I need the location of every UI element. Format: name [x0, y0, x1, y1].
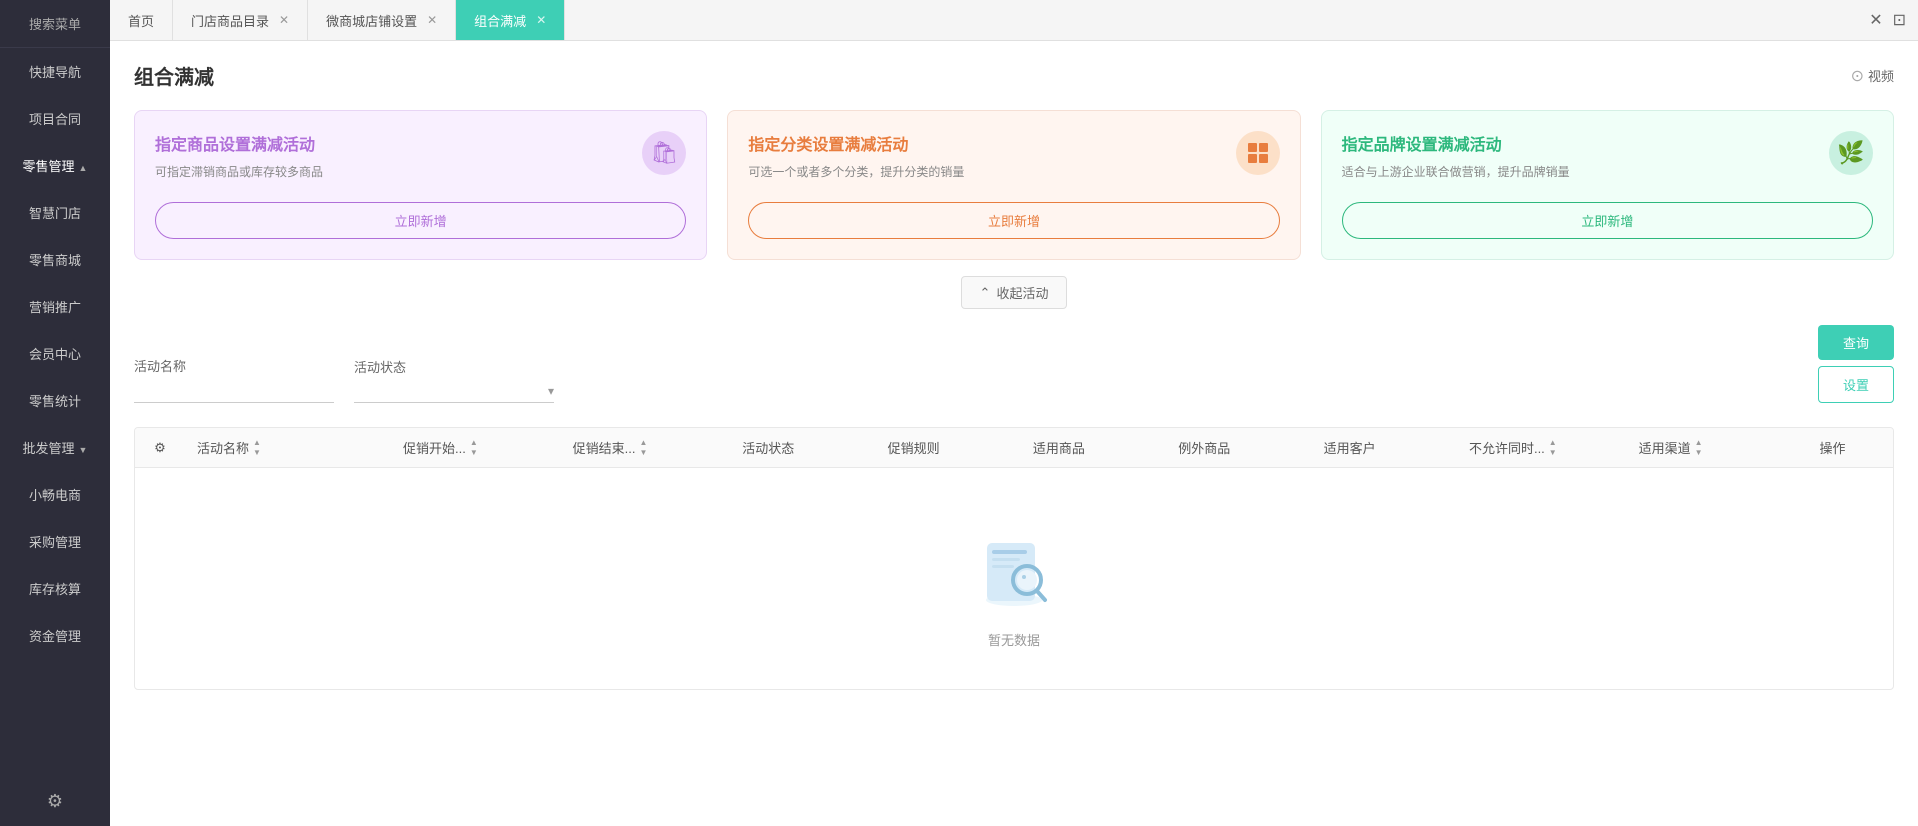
activity-status-select[interactable]: ▾ — [354, 380, 554, 403]
tab-combo-discount[interactable]: 组合满减 ✕ — [456, 0, 565, 40]
product-card-icon: 🛍 — [642, 131, 686, 175]
sidebar-item-retail-mall[interactable]: 零售商城 — [0, 236, 110, 283]
th-action: 操作 — [1772, 438, 1893, 457]
tab-micro-store-settings[interactable]: 微商城店铺设置 ✕ — [308, 0, 456, 40]
tab-store-catalog[interactable]: 门店商品目录 ✕ — [173, 0, 308, 40]
page-content: 组合满减 ⊙ 视频 🛍 指定商品设置满减活动 可指定滞销商品或库存较多商品 立即… — [110, 41, 1918, 826]
play-circle-icon: ⊙ — [1851, 66, 1864, 86]
product-card-desc: 可指定滞销商品或库存较多商品 — [155, 163, 686, 190]
brand-card-desc: 适合与上游企业联合做营销，提升品牌销量 — [1342, 163, 1873, 190]
empty-state: 暂无数据 — [135, 468, 1893, 689]
product-card-btn[interactable]: 立即新增 — [155, 202, 686, 239]
page-title: 组合满减 — [134, 61, 214, 90]
th-activity-status: 活动状态 — [730, 438, 875, 457]
sidebar-item-inventory-calc[interactable]: 库存核算 — [0, 565, 110, 612]
category-card-title: 指定分类设置满减活动 — [748, 131, 1279, 155]
filter-row: 活动名称 活动状态 ▾ 查询 设置 — [134, 325, 1894, 415]
table-header: ⚙ 活动名称 ▲▼ 促销开始... ▲▼ 促销结束... ▲▼ 活动状态 — [135, 428, 1893, 468]
chevron-up-icon: ⌃ — [980, 285, 991, 301]
th-gear[interactable]: ⚙ — [135, 440, 185, 456]
main-area: 首页 门店商品目录 ✕ 微商城店铺设置 ✕ 组合满减 ✕ ✕ ⊡ 组合满减 ⊙ … — [110, 0, 1918, 826]
window-controls: ✕ ⊡ — [1857, 10, 1918, 30]
sort-arrows-channel: ▲▼ — [1695, 438, 1703, 457]
sidebar-item-member-center[interactable]: 会员中心 — [0, 330, 110, 377]
product-card: 🛍 指定商品设置满减活动 可指定滞销商品或库存较多商品 立即新增 — [134, 110, 707, 260]
sidebar-item-wholesale-mgmt[interactable]: 批发管理 — [0, 424, 110, 471]
sidebar-settings-btn[interactable]: ⚙ — [0, 777, 110, 826]
query-btn[interactable]: 查询 — [1818, 325, 1894, 360]
page-header: 组合满减 ⊙ 视频 — [134, 61, 1894, 90]
activity-name-field: 活动名称 — [134, 356, 334, 403]
sort-arrows-end: ▲▼ — [639, 438, 647, 457]
product-card-title: 指定商品设置满减活动 — [155, 131, 686, 155]
activity-status-label: 活动状态 — [354, 357, 554, 376]
maximize-window-btn[interactable]: ⊡ — [1893, 10, 1906, 30]
empty-illustration — [969, 528, 1059, 618]
brand-card-icon: 🌿 — [1829, 131, 1873, 175]
sidebar-item-finance-mgmt[interactable]: 资金管理 — [0, 612, 110, 659]
category-card-btn[interactable]: 立即新增 — [748, 202, 1279, 239]
sidebar-search[interactable]: 搜索菜单 — [0, 0, 110, 48]
settings-btn[interactable]: 设置 — [1818, 366, 1894, 403]
th-activity-name[interactable]: 活动名称 ▲▼ — [185, 438, 391, 457]
collapse-activities-btn[interactable]: ⌃ 收起活动 — [961, 276, 1068, 309]
sidebar-item-marketing[interactable]: 营销推广 — [0, 283, 110, 330]
th-applicable-goods: 适用商品 — [1021, 438, 1166, 457]
brand-card-btn[interactable]: 立即新增 — [1342, 202, 1873, 239]
tab-close-micro-store[interactable]: ✕ — [427, 13, 437, 27]
sidebar: 搜索菜单 快捷导航 项目合同 零售管理 智慧门店 零售商城 营销推广 会员中心 … — [0, 0, 110, 826]
data-table: ⚙ 活动名称 ▲▼ 促销开始... ▲▼ 促销结束... ▲▼ 活动状态 — [134, 427, 1894, 690]
filter-actions: 查询 设置 — [1818, 325, 1894, 403]
close-window-btn[interactable]: ✕ — [1869, 10, 1882, 30]
collapse-bar: ⌃ 收起活动 — [134, 276, 1894, 309]
empty-text: 暂无数据 — [988, 630, 1040, 649]
gear-icon: ⚙ — [47, 791, 63, 811]
sidebar-item-retail-stats[interactable]: 零售统计 — [0, 377, 110, 424]
activity-status-field: 活动状态 ▾ — [354, 357, 554, 403]
chevron-down-icon: ▾ — [548, 384, 554, 398]
sort-arrows-start: ▲▼ — [470, 438, 478, 457]
sidebar-item-quick-nav[interactable]: 快捷导航 — [0, 48, 110, 95]
brand-card-title: 指定品牌设置满减活动 — [1342, 131, 1873, 155]
activity-name-input[interactable] — [134, 379, 334, 403]
sidebar-item-purchase-mgmt[interactable]: 采购管理 — [0, 518, 110, 565]
cards-section: 🛍 指定商品设置满减活动 可指定滞销商品或库存较多商品 立即新增 指定分类设置满… — [134, 110, 1894, 260]
sidebar-item-xiaochange[interactable]: 小畅电商 — [0, 471, 110, 518]
brand-card: 🌿 指定品牌设置满减活动 适合与上游企业联合做营销，提升品牌销量 立即新增 — [1321, 110, 1894, 260]
th-promo-start[interactable]: 促销开始... ▲▼ — [391, 438, 561, 457]
th-except-goods: 例外商品 — [1166, 438, 1311, 457]
sort-arrows-name: ▲▼ — [253, 438, 261, 457]
tab-close-store-catalog[interactable]: ✕ — [279, 13, 289, 27]
th-promo-end[interactable]: 促销结束... ▲▼ — [561, 438, 731, 457]
sidebar-item-project-contract[interactable]: 项目合同 — [0, 95, 110, 142]
th-promo-rule: 促销规则 — [876, 438, 1021, 457]
sort-arrows-notallow: ▲▼ — [1549, 438, 1557, 457]
category-card-desc: 可选一个或者多个分类，提升分类的销量 — [748, 163, 1279, 190]
sidebar-item-retail-mgmt[interactable]: 零售管理 — [0, 142, 110, 189]
th-not-allow-concurrent[interactable]: 不允许同时... ▲▼ — [1457, 438, 1627, 457]
video-link[interactable]: ⊙ 视频 — [1851, 66, 1894, 86]
tab-close-combo-discount[interactable]: ✕ — [536, 13, 546, 27]
th-applicable-channel[interactable]: 适用渠道 ▲▼ — [1627, 438, 1772, 457]
table-gear-icon: ⚙ — [154, 440, 166, 456]
category-card: 指定分类设置满减活动 可选一个或者多个分类，提升分类的销量 立即新增 — [727, 110, 1300, 260]
th-applicable-customer: 适用客户 — [1312, 438, 1457, 457]
sidebar-item-smart-store[interactable]: 智慧门店 — [0, 189, 110, 236]
activity-name-label: 活动名称 — [134, 356, 334, 375]
tab-bar: 首页 门店商品目录 ✕ 微商城店铺设置 ✕ 组合满减 ✕ ✕ ⊡ — [110, 0, 1918, 41]
tab-home[interactable]: 首页 — [110, 0, 173, 40]
category-card-icon — [1236, 131, 1280, 175]
